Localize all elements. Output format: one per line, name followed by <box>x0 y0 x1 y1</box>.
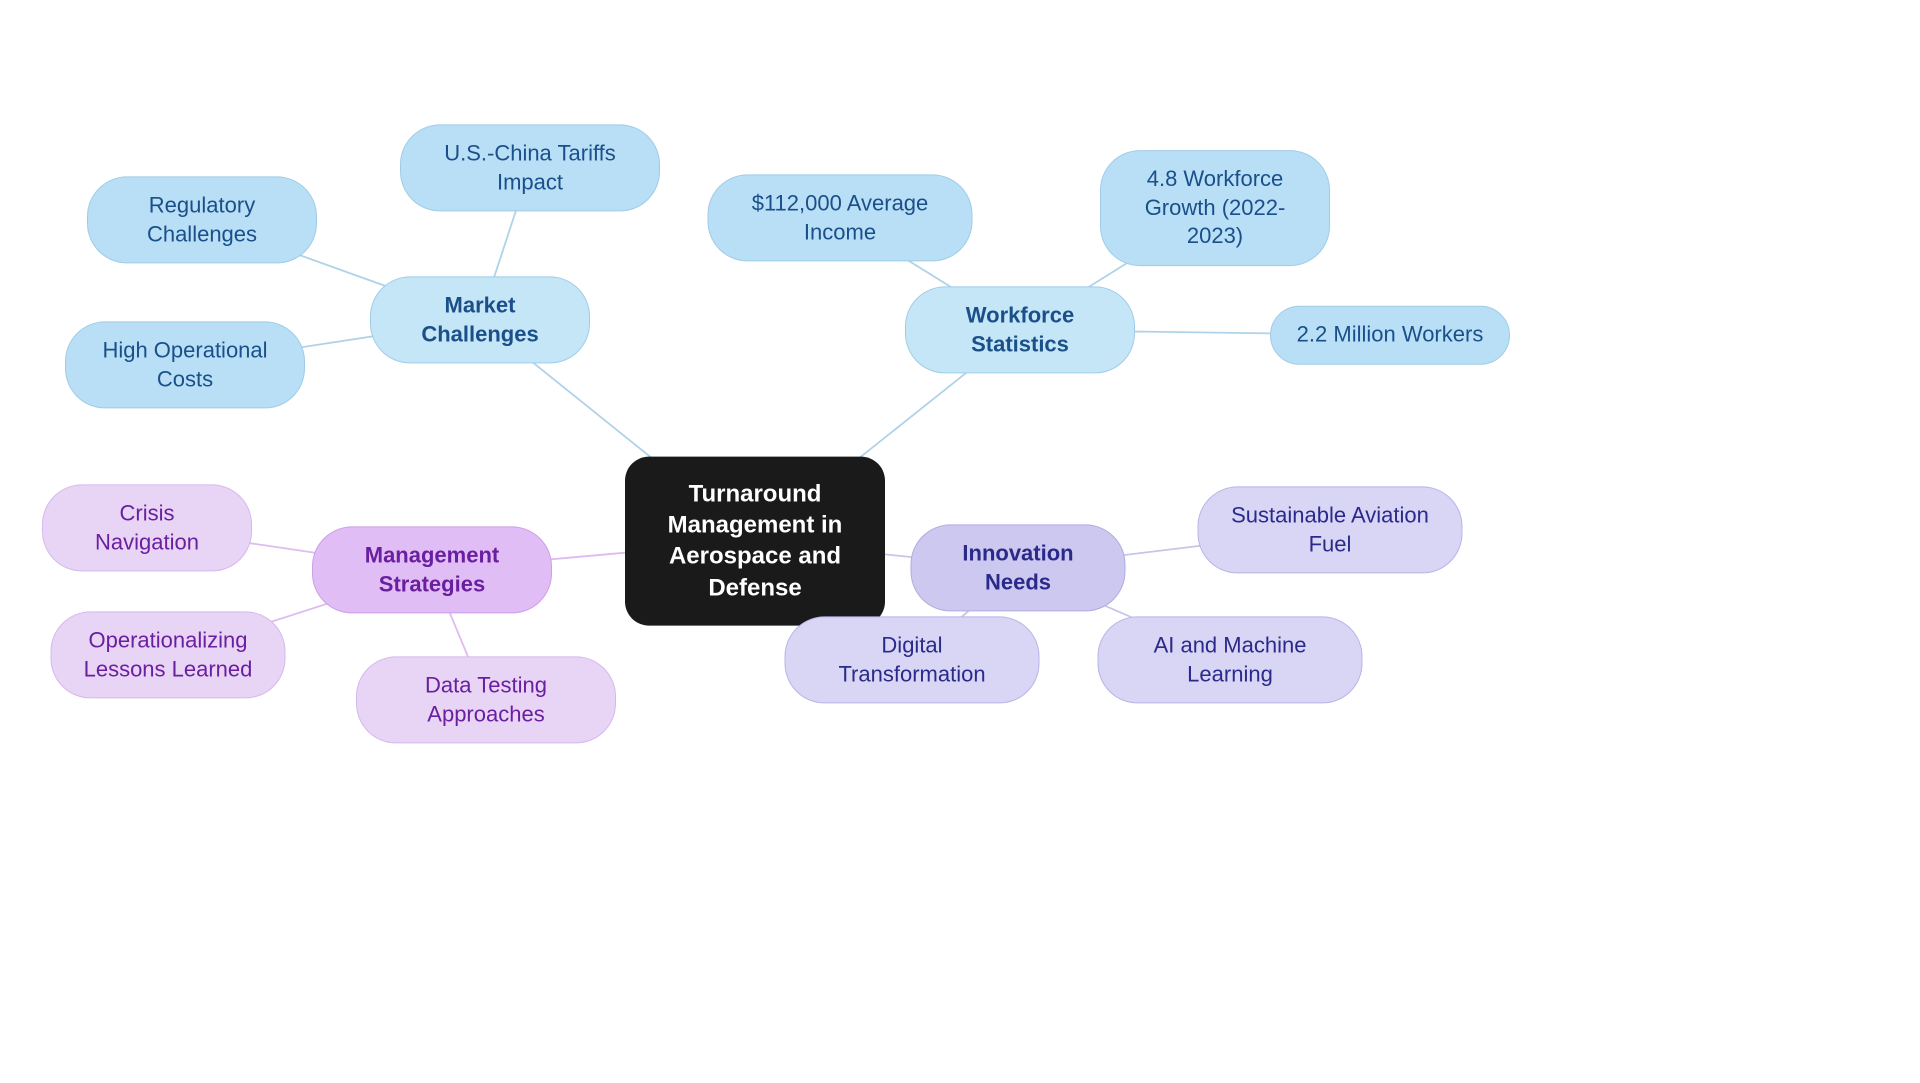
sustainable-fuel-label: Sustainable Aviation Fuel <box>1223 501 1438 558</box>
workers-label: 2.2 Million Workers <box>1297 321 1484 350</box>
operationalizing-node: Operationalizing Lessons Learned <box>51 611 286 698</box>
center-node: Turnaround Management in Aerospace and D… <box>625 457 885 626</box>
market-challenges-node: Market Challenges <box>370 276 590 363</box>
data-testing-label: Data Testing Approaches <box>381 671 591 728</box>
workforce-growth-node: 4.8 Workforce Growth (2022-2023) <box>1100 150 1330 266</box>
crisis-navigation-node: Crisis Navigation <box>42 484 252 571</box>
ai-ml-label: AI and Machine Learning <box>1123 631 1338 688</box>
sustainable-fuel-node: Sustainable Aviation Fuel <box>1198 486 1463 573</box>
digital-transform-label: Digital Transformation <box>810 631 1015 688</box>
management-strategies-label: Management Strategies <box>337 541 527 598</box>
innovation-needs-label: Innovation Needs <box>936 539 1101 596</box>
high-costs-node: High Operational Costs <box>65 321 305 408</box>
workforce-stats-label: Workforce Statistics <box>930 301 1110 358</box>
workforce-growth-label: 4.8 Workforce Growth (2022-2023) <box>1125 165 1305 251</box>
management-strategies-node: Management Strategies <box>312 526 552 613</box>
high-costs-label: High Operational Costs <box>90 336 280 393</box>
digital-transform-node: Digital Transformation <box>785 616 1040 703</box>
avg-income-label: $112,000 Average Income <box>733 189 948 246</box>
regulatory-node: Regulatory Challenges <box>87 176 317 263</box>
us-china-label: U.S.-China Tariffs Impact <box>425 139 635 196</box>
regulatory-label: Regulatory Challenges <box>112 191 292 248</box>
ai-ml-node: AI and Machine Learning <box>1098 616 1363 703</box>
crisis-navigation-label: Crisis Navigation <box>67 499 227 556</box>
innovation-needs-node: Innovation Needs <box>911 524 1126 611</box>
center-label: Turnaround Management in Aerospace and D… <box>653 479 857 604</box>
us-china-node: U.S.-China Tariffs Impact <box>400 124 660 211</box>
operationalizing-label: Operationalizing Lessons Learned <box>76 626 261 683</box>
workers-node: 2.2 Million Workers <box>1270 306 1510 365</box>
mindmap-container: Turnaround Management in Aerospace and D… <box>0 0 1920 1083</box>
market-challenges-label: Market Challenges <box>395 291 565 348</box>
workforce-stats-node: Workforce Statistics <box>905 286 1135 373</box>
data-testing-node: Data Testing Approaches <box>356 656 616 743</box>
avg-income-node: $112,000 Average Income <box>708 174 973 261</box>
